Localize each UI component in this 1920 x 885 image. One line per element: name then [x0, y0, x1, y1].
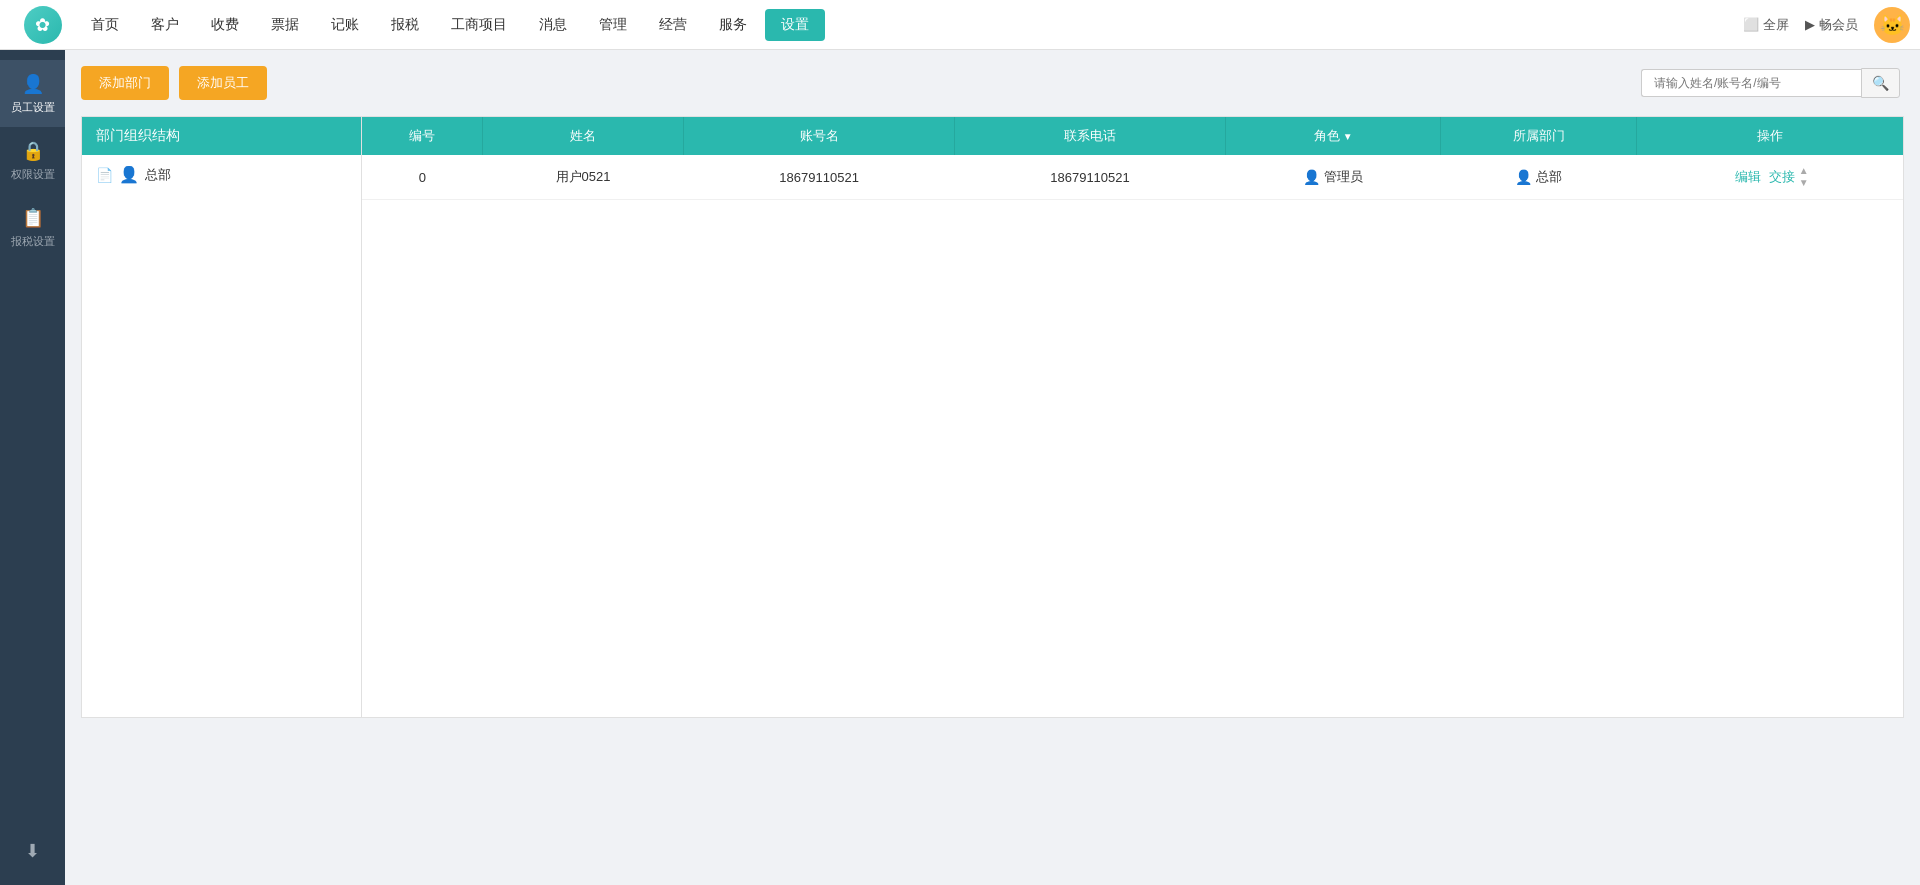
- cell-name: 用户0521: [483, 155, 684, 200]
- sidebar-item-报税设置[interactable]: 📋 报税设置: [0, 194, 65, 261]
- dept-user-icon: 👤: [119, 165, 139, 184]
- cell-id: 0: [362, 155, 483, 200]
- sidebar-label: 权限设置: [11, 167, 55, 182]
- sidebar-label: 员工设置: [11, 100, 55, 115]
- employee-table: 编号姓名账号名联系电话角色▼所属部门操作 0用户0521186791105211…: [362, 117, 1903, 200]
- sidebar: 👤 员工设置 🔒 权限设置 📋 报税设置 ⬇: [0, 50, 65, 885]
- download-icon: ⬇: [21, 839, 45, 863]
- th-dept: 所属部门: [1441, 117, 1637, 155]
- sidebar-icon: 📋: [21, 206, 45, 230]
- nav-item-管理[interactable]: 管理: [583, 0, 643, 50]
- table-row: 0用户05211867911052118679110521👤管理员👤总部编辑交接…: [362, 155, 1903, 200]
- nav-item-工商项目[interactable]: 工商项目: [435, 0, 523, 50]
- th-action: 操作: [1637, 117, 1903, 155]
- scroll-arrows: ▲▼: [1799, 165, 1809, 189]
- top-navigation: ✿ 首页客户收费票据记账报税工商项目消息管理经营服务设置 ⬜ 全屏 ▶ 畅会员 …: [0, 0, 1920, 50]
- avatar[interactable]: 🐱: [1874, 7, 1910, 43]
- table-body: 0用户05211867911052118679110521👤管理员👤总部编辑交接…: [362, 155, 1903, 200]
- dept-file-icon: 📄: [96, 167, 113, 183]
- nav-item-报税[interactable]: 报税: [375, 0, 435, 50]
- sidebar-item-员工设置[interactable]: 👤 员工设置: [0, 60, 65, 127]
- sidebar-label: 报税设置: [11, 234, 55, 249]
- search-input[interactable]: [1641, 69, 1861, 97]
- role-label: 管理员: [1324, 168, 1363, 186]
- search-button[interactable]: 🔍: [1861, 68, 1900, 98]
- top-right: ⬜ 全屏 ▶ 畅会员 🐱: [1743, 7, 1910, 43]
- sidebar-bottom-item[interactable]: ⬇: [0, 827, 65, 875]
- logo[interactable]: ✿: [10, 6, 75, 44]
- filter-icon[interactable]: ▼: [1343, 131, 1353, 142]
- sidebar-icon: 🔒: [21, 139, 45, 163]
- content-area: 部门组织结构 📄 👤 总部 编号姓名账号名联系电话角色▼所属部门操作 0用户05…: [81, 116, 1904, 718]
- edit-button[interactable]: 编辑: [1735, 168, 1761, 186]
- th-id: 编号: [362, 117, 483, 155]
- dept-item-headquarters[interactable]: 📄 👤 总部: [82, 155, 361, 194]
- fullscreen-button[interactable]: ⬜ 全屏: [1743, 16, 1789, 34]
- dept-user-icon: 👤: [1515, 169, 1532, 185]
- main-content: 添加部门 添加员工 🔍 部门组织结构 📄 👤 总部 编号姓名账号名联系电话角色▼…: [65, 50, 1920, 885]
- member-button[interactable]: ▶ 畅会员: [1805, 16, 1858, 34]
- cell-phone: 18679110521: [955, 155, 1226, 200]
- nav-item-客户[interactable]: 客户: [135, 0, 195, 50]
- nav-item-首页[interactable]: 首页: [75, 0, 135, 50]
- cell-action: 编辑交接▲▼: [1637, 155, 1903, 199]
- th-account: 账号名: [684, 117, 955, 155]
- member-icon: ▶: [1805, 17, 1815, 32]
- sidebar-icon: 👤: [21, 72, 45, 96]
- nav-item-收费[interactable]: 收费: [195, 0, 255, 50]
- dept-panel-header: 部门组织结构: [82, 117, 361, 155]
- scroll-down-arrow[interactable]: ▼: [1799, 177, 1809, 189]
- nav-item-记账[interactable]: 记账: [315, 0, 375, 50]
- cell-role: 👤管理员: [1225, 155, 1441, 200]
- th-phone: 联系电话: [955, 117, 1226, 155]
- nav-item-票据[interactable]: 票据: [255, 0, 315, 50]
- cell-account: 18679110521: [684, 155, 955, 200]
- scroll-up-arrow[interactable]: ▲: [1799, 165, 1809, 177]
- dept-name: 总部: [145, 166, 171, 184]
- fullscreen-icon: ⬜: [1743, 17, 1759, 32]
- sidebar-item-权限设置[interactable]: 🔒 权限设置: [0, 127, 65, 194]
- member-label: 畅会员: [1819, 16, 1858, 34]
- dept-label: 总部: [1536, 168, 1562, 186]
- left-panel: 部门组织结构 📄 👤 总部: [82, 117, 362, 717]
- table-header-row: 编号姓名账号名联系电话角色▼所属部门操作: [362, 117, 1903, 155]
- th-role: 角色▼: [1225, 117, 1441, 155]
- add-employee-button[interactable]: 添加员工: [179, 66, 267, 100]
- nav-items: 首页客户收费票据记账报税工商项目消息管理经营服务设置: [75, 0, 1743, 50]
- nav-item-消息[interactable]: 消息: [523, 0, 583, 50]
- nav-item-服务[interactable]: 服务: [703, 0, 763, 50]
- add-dept-button[interactable]: 添加部门: [81, 66, 169, 100]
- th-name: 姓名: [483, 117, 684, 155]
- role-user-icon: 👤: [1303, 169, 1320, 185]
- nav-item-设置[interactable]: 设置: [765, 9, 825, 41]
- toolbar: 添加部门 添加员工: [81, 66, 1904, 100]
- cell-dept: 👤总部: [1441, 155, 1637, 200]
- transfer-button[interactable]: 交接: [1769, 168, 1795, 186]
- search-area: 🔍: [1641, 68, 1900, 98]
- fullscreen-label: 全屏: [1763, 16, 1789, 34]
- right-panel: 编号姓名账号名联系电话角色▼所属部门操作 0用户0521186791105211…: [362, 117, 1903, 717]
- nav-item-经营[interactable]: 经营: [643, 0, 703, 50]
- logo-icon: ✿: [24, 6, 62, 44]
